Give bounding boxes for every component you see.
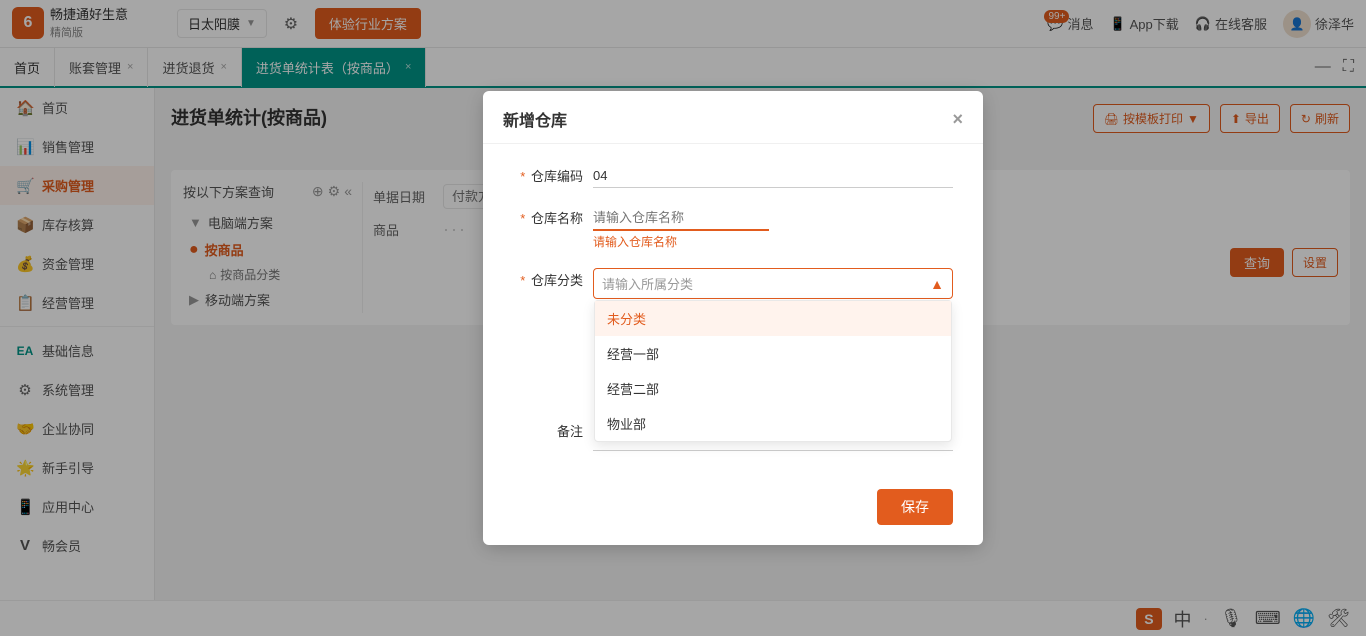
remark-label: 备注	[513, 419, 583, 438]
dropdown-item-2[interactable]: 经营二部	[595, 371, 951, 406]
new-warehouse-modal: 新增仓库 × * 仓库编码 * 仓库名称 请输入仓库名称 *	[483, 91, 983, 545]
category-dropdown[interactable]: 请输入所属分类 ▲ 未分类 经营一部 经营二部 物业部	[593, 268, 953, 299]
category-placeholder: 请输入所属分类	[602, 274, 693, 293]
required-star-category: *	[520, 273, 525, 288]
name-label: * 仓库名称	[513, 206, 583, 225]
dropdown-arrow-up-icon: ▲	[930, 276, 944, 292]
code-label: * 仓库编码	[513, 164, 583, 183]
save-button[interactable]: 保存	[877, 489, 953, 525]
code-row: * 仓库编码	[513, 164, 953, 188]
required-star-code: *	[520, 169, 525, 184]
category-row: * 仓库分类 请输入所属分类 ▲ 未分类 经营一部 经营二部 物业部	[513, 268, 953, 299]
dropdown-item-3[interactable]: 物业部	[595, 406, 951, 441]
name-input[interactable]	[593, 206, 769, 231]
modal-footer: 保存	[483, 489, 983, 525]
modal-title: 新增仓库	[503, 107, 567, 131]
modal-close-icon[interactable]: ×	[952, 109, 963, 130]
dropdown-item-0[interactable]: 未分类	[595, 301, 951, 336]
name-input-wrap: 请输入仓库名称	[593, 206, 953, 250]
name-error-message: 请输入仓库名称	[593, 233, 953, 250]
name-row: * 仓库名称 请输入仓库名称	[513, 206, 953, 250]
dropdown-list: 未分类 经营一部 经营二部 物业部	[594, 300, 952, 442]
modal-body: * 仓库编码 * 仓库名称 请输入仓库名称 * 仓库分类 请输入所属分类	[483, 144, 983, 489]
required-star-name: *	[520, 211, 525, 226]
modal-header: 新增仓库 ×	[483, 91, 983, 144]
dropdown-item-1[interactable]: 经营一部	[595, 336, 951, 371]
category-label: * 仓库分类	[513, 268, 583, 287]
code-input[interactable]	[593, 164, 953, 188]
